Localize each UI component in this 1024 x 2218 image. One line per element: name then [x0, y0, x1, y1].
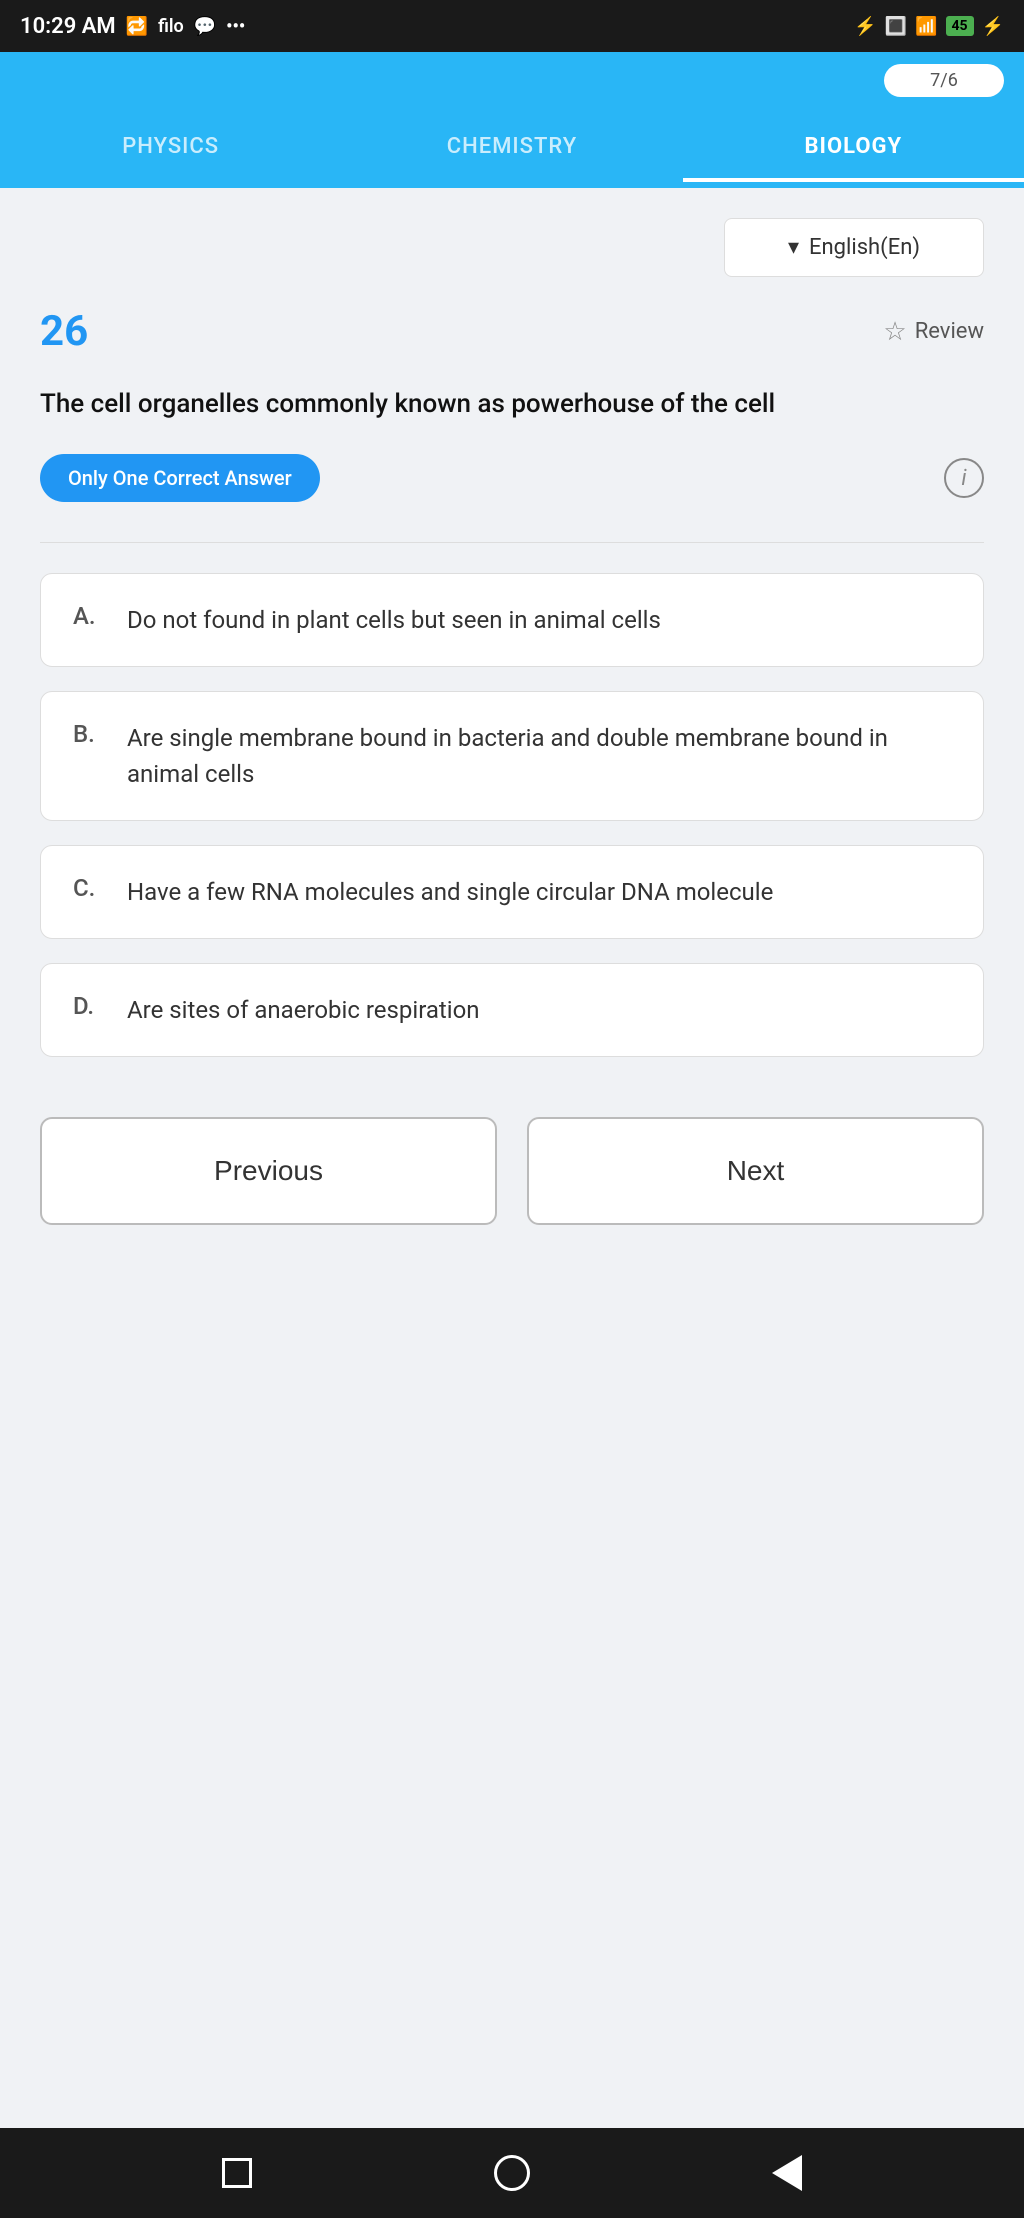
option-d-label: D.: [73, 992, 103, 1020]
progress-pill: 7/6: [884, 64, 1004, 97]
progress-text: 7/6: [930, 70, 958, 91]
option-b-label: B.: [73, 720, 103, 748]
tab-biology[interactable]: BIOLOGY: [683, 114, 1024, 179]
option-c-label: C.: [73, 874, 103, 902]
tab-physics[interactable]: PHYSICS: [0, 114, 341, 179]
option-b-text: Are single membrane bound in bacteria an…: [127, 720, 951, 792]
more-icon: •••: [226, 16, 245, 37]
bluetooth-icon: ⚡: [854, 16, 876, 37]
progress-area: 7/6: [0, 52, 1024, 108]
nav-buttons: Previous Next: [40, 1117, 984, 1265]
question-number: 26: [40, 307, 88, 356]
previous-button[interactable]: Previous: [40, 1117, 497, 1225]
signal-icon: 📶: [915, 16, 937, 37]
main-content: ▾ English(En) 26 ☆ Review The cell organ…: [0, 188, 1024, 1295]
back-home-button[interactable]: [490, 2151, 534, 2195]
option-a-label: A.: [73, 602, 103, 630]
tab-biology-label: BIOLOGY: [805, 134, 903, 159]
home-button[interactable]: [215, 2151, 259, 2195]
bottom-nav-bar: [0, 2128, 1024, 2218]
question-text: The cell organelles commonly known as po…: [40, 384, 984, 424]
option-b[interactable]: B. Are single membrane bound in bacteria…: [40, 691, 984, 821]
next-button[interactable]: Next: [527, 1117, 984, 1225]
language-row: ▾ English(En): [40, 218, 984, 277]
app-label: filo: [158, 16, 184, 37]
status-bar: 10:29 AM 🔁 filo 💬 ••• ⚡ 🔳 📶 45 ⚡: [0, 0, 1024, 52]
option-a[interactable]: A. Do not found in plant cells but seen …: [40, 573, 984, 667]
divider: [40, 542, 984, 543]
answer-type-badge: Only One Correct Answer: [40, 454, 320, 502]
tab-physics-label: PHYSICS: [122, 134, 219, 159]
options-container: A. Do not found in plant cells but seen …: [40, 573, 984, 1057]
language-label: English(En): [809, 235, 920, 260]
option-d-text: Are sites of anaerobic respiration: [127, 992, 480, 1028]
tab-chemistry-label: CHEMISTRY: [447, 134, 577, 159]
tab-bar: PHYSICS CHEMISTRY BIOLOGY: [0, 108, 1024, 188]
review-button[interactable]: ☆ Review: [883, 317, 984, 347]
square-icon: [222, 2158, 252, 2188]
review-label: Review: [915, 319, 984, 344]
status-time-area: 10:29 AM 🔁 filo 💬 •••: [20, 14, 245, 39]
language-selector[interactable]: ▾ English(En): [724, 218, 984, 277]
back-button[interactable]: [765, 2151, 809, 2195]
option-c-text: Have a few RNA molecules and single circ…: [127, 874, 773, 910]
battery-indicator: 45: [946, 16, 974, 36]
status-icons-right: ⚡ 🔳 📶 45 ⚡: [854, 16, 1004, 37]
info-button[interactable]: i: [944, 458, 984, 498]
answer-type-row: Only One Correct Answer i: [40, 454, 984, 502]
star-icon: ☆: [883, 317, 906, 347]
option-d[interactable]: D. Are sites of anaerobic respiration: [40, 963, 984, 1057]
time-display: 10:29 AM: [20, 14, 116, 39]
option-c[interactable]: C. Have a few RNA molecules and single c…: [40, 845, 984, 939]
charging-icon: ⚡: [982, 16, 1004, 37]
option-a-text: Do not found in plant cells but seen in …: [127, 602, 661, 638]
app-icon-filo: 🔁: [126, 16, 148, 37]
chevron-down-icon: ▾: [788, 235, 799, 260]
question-header: 26 ☆ Review: [40, 307, 984, 356]
triangle-icon: [772, 2155, 802, 2191]
whatsapp-icon: 💬: [194, 16, 216, 37]
network-icon: 🔳: [885, 16, 907, 37]
circle-icon: [494, 2155, 530, 2191]
tab-chemistry[interactable]: CHEMISTRY: [341, 114, 682, 179]
info-icon-label: i: [961, 466, 966, 491]
